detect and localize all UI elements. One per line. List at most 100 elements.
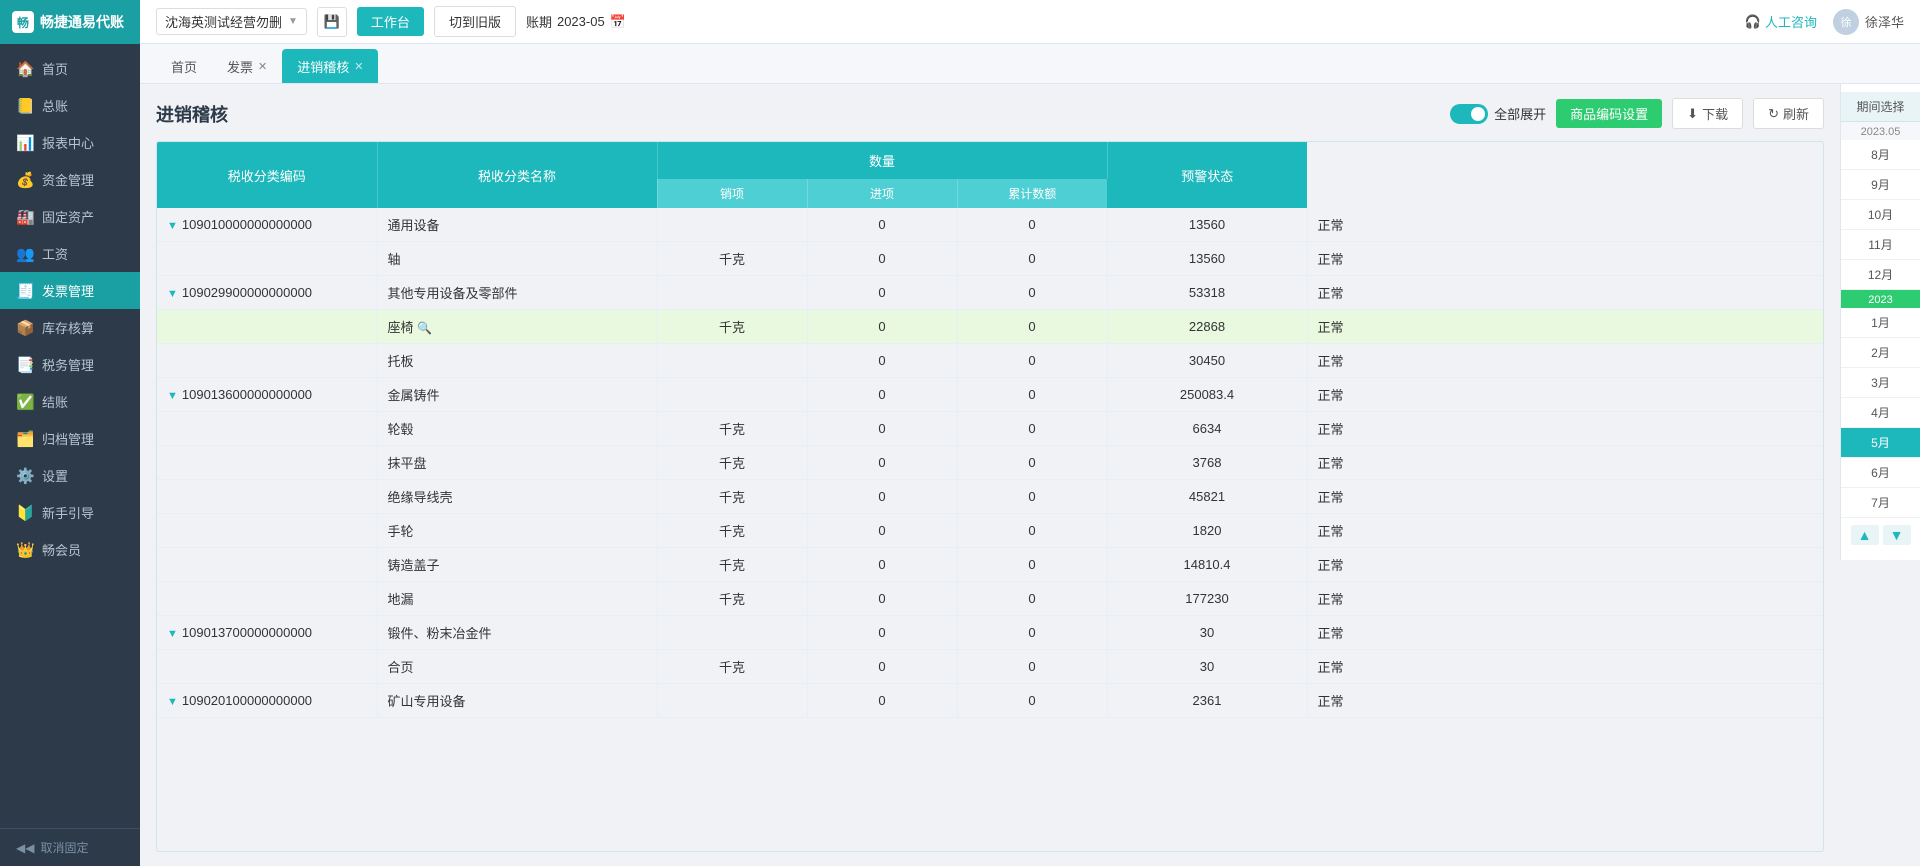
cell-name: 抹平盘 [377, 446, 657, 480]
sidebar-label-funds: 资金管理 [42, 170, 94, 189]
period-down-btn[interactable]: ▼ [1883, 525, 1911, 545]
expand-icon[interactable]: ▼ [167, 628, 178, 640]
month-item-7[interactable]: 7月 [1841, 488, 1920, 518]
cell-sales: 0 [807, 446, 957, 480]
user-menu[interactable]: 徐 徐泽华 [1833, 9, 1904, 35]
calendar-icon[interactable]: 📅 [610, 14, 626, 30]
cell-status: 正常 [1307, 548, 1823, 582]
cell-name: 铸造盖子 [377, 548, 657, 582]
month-item-9[interactable]: 9月 [1841, 170, 1920, 200]
month-item-4[interactable]: 4月 [1841, 398, 1920, 428]
month-item-11[interactable]: 11月 [1841, 230, 1920, 260]
cell-code [157, 310, 377, 344]
year-label-2023-05: 2023.05 [1841, 122, 1920, 140]
sidebar-item-reports[interactable]: 📊 报表中心 [0, 124, 140, 161]
sidebar-item-payroll[interactable]: 👥 工资 [0, 235, 140, 272]
expand-icon[interactable]: ▼ [167, 220, 178, 232]
cell-name: 地漏 [377, 582, 657, 616]
col-status: 预警状态 [1107, 142, 1307, 208]
sidebar-item-guide[interactable]: 🔰 新手引导 [0, 494, 140, 531]
close-reconcile-tab[interactable]: ✕ [354, 60, 363, 73]
cell-sales: 0 [807, 208, 957, 242]
download-btn[interactable]: ⬇ 下载 [1672, 98, 1743, 129]
table-row[interactable]: 托板 0 0 30450 正常 [157, 344, 1823, 378]
period-up-btn[interactable]: ▲ [1851, 525, 1879, 545]
sidebar-item-settings[interactable]: ⚙️ 设置 [0, 457, 140, 494]
sidebar-item-ledger[interactable]: 📒 总账 [0, 87, 140, 124]
workspace-button[interactable]: 工作台 [357, 7, 424, 36]
sidebar-item-archive[interactable]: 🗂️ 归档管理 [0, 420, 140, 457]
month-item-2[interactable]: 2月 [1841, 338, 1920, 368]
month-item-10[interactable]: 10月 [1841, 200, 1920, 230]
month-item-6[interactable]: 6月 [1841, 458, 1920, 488]
expand-label: 全部展开 [1494, 104, 1546, 123]
table-row[interactable]: ▼109013600000000000 金属铸件 0 0 250083.4 正常 [157, 378, 1823, 412]
month-item-1[interactable]: 1月 [1841, 308, 1920, 338]
cell-unit: 千克 [657, 412, 807, 446]
expand-toggle[interactable] [1450, 104, 1488, 124]
sidebar-item-invoice[interactable]: 🧾 发票管理 [0, 272, 140, 309]
service-button[interactable]: 🎧 人工咨询 [1745, 12, 1817, 31]
table-row[interactable]: 地漏 千克 0 0 177230 正常 [157, 582, 1823, 616]
assets-icon: 🏭 [16, 208, 34, 226]
cell-name: 绝缘导线壳 [377, 480, 657, 514]
table-row[interactable]: 抹平盘 千克 0 0 3768 正常 [157, 446, 1823, 480]
table-row[interactable]: 轮毂 千克 0 0 6634 正常 [157, 412, 1823, 446]
month-item-5[interactable]: 5月 [1841, 428, 1920, 458]
sidebar-pin-btn[interactable]: ◀◀ 取消固定 [0, 828, 140, 866]
sidebar-item-funds[interactable]: 💰 资金管理 [0, 161, 140, 198]
month-item-12[interactable]: 12月 [1841, 260, 1920, 290]
expand-icon[interactable]: ▼ [167, 696, 178, 708]
refresh-btn[interactable]: ↻ 刷新 [1753, 98, 1824, 129]
cell-sales: 0 [807, 480, 957, 514]
cell-name: 矿山专用设备 [377, 684, 657, 718]
cell-total: 30450 [1107, 344, 1307, 378]
sidebar-item-tax[interactable]: 📑 税务管理 [0, 346, 140, 383]
cell-total: 6634 [1107, 412, 1307, 446]
page-actions: 全部展开 商品编码设置 ⬇ 下载 ↻ 刷新 [1450, 98, 1824, 129]
data-table-wrap: 税收分类编码 税收分类名称 数量 预警状态 销项 进项 累计数额 [156, 141, 1824, 852]
cell-status: 正常 [1307, 616, 1823, 650]
product-code-btn[interactable]: 商品编码设置 [1556, 99, 1662, 128]
table-row[interactable]: 绝缘导线壳 千克 0 0 45821 正常 [157, 480, 1823, 514]
right-panel-wrap: 期间选择 2023.05 8月 9月 10月 11月 12月 2023 1月 2… [1840, 84, 1920, 866]
table-row[interactable]: 座椅 🔍 千克 0 0 22868 正常 [157, 310, 1823, 344]
save-button[interactable]: 💾 [317, 7, 347, 37]
col-tax-code: 税收分类编码 [157, 142, 377, 208]
table-row[interactable]: ▼109013700000000000 锻件、粉末冶金件 0 0 30 正常 [157, 616, 1823, 650]
cell-status: 正常 [1307, 276, 1823, 310]
sidebar-item-home[interactable]: 🏠 首页 [0, 50, 140, 87]
cell-total: 1820 [1107, 514, 1307, 548]
expand-icon[interactable]: ▼ [167, 288, 178, 300]
headset-icon: 🎧 [1745, 14, 1761, 30]
table-row[interactable]: 轴 千克 0 0 13560 正常 [157, 242, 1823, 276]
cell-purchase: 0 [957, 344, 1107, 378]
table-row[interactable]: ▼109020100000000000 矿山专用设备 0 0 2361 正常 [157, 684, 1823, 718]
tab-invoice[interactable]: 发票 ✕ [212, 49, 282, 83]
company-selector[interactable]: 沈海英测试经营勿删 ▼ [156, 8, 307, 35]
expand-icon[interactable]: ▼ [167, 390, 178, 402]
table-row[interactable]: 手轮 千克 0 0 1820 正常 [157, 514, 1823, 548]
table-row[interactable]: ▼109029900000000000 其他专用设备及零部件 0 0 53318… [157, 276, 1823, 310]
cell-name: 手轮 [377, 514, 657, 548]
reports-icon: 📊 [16, 134, 34, 152]
table-row[interactable]: ▼109010000000000000 通用设备 0 0 13560 正常 [157, 208, 1823, 242]
sidebar-item-inventory[interactable]: 📦 库存核算 [0, 309, 140, 346]
table-row[interactable]: 铸造盖子 千克 0 0 14810.4 正常 [157, 548, 1823, 582]
month-item-8[interactable]: 8月 [1841, 140, 1920, 170]
table-row[interactable]: 合页 千克 0 0 30 正常 [157, 650, 1823, 684]
search-icon[interactable]: 🔍 [417, 321, 432, 335]
sidebar-item-assets[interactable]: 🏭 固定资产 [0, 198, 140, 235]
tab-home[interactable]: 首页 [156, 49, 212, 83]
sidebar-item-vip[interactable]: 👑 畅会员 [0, 531, 140, 568]
switch-version-button[interactable]: 切到旧版 [434, 6, 516, 37]
cell-purchase: 0 [957, 446, 1107, 480]
ledger-icon: 📒 [16, 97, 34, 115]
sidebar-item-settle[interactable]: ✅ 结账 [0, 383, 140, 420]
tab-reconcile[interactable]: 进销稽核 ✕ [282, 49, 378, 83]
cell-purchase: 0 [957, 650, 1107, 684]
month-item-3[interactable]: 3月 [1841, 368, 1920, 398]
cell-purchase: 0 [957, 276, 1107, 310]
cell-sales: 0 [807, 650, 957, 684]
close-invoice-tab[interactable]: ✕ [258, 60, 267, 73]
